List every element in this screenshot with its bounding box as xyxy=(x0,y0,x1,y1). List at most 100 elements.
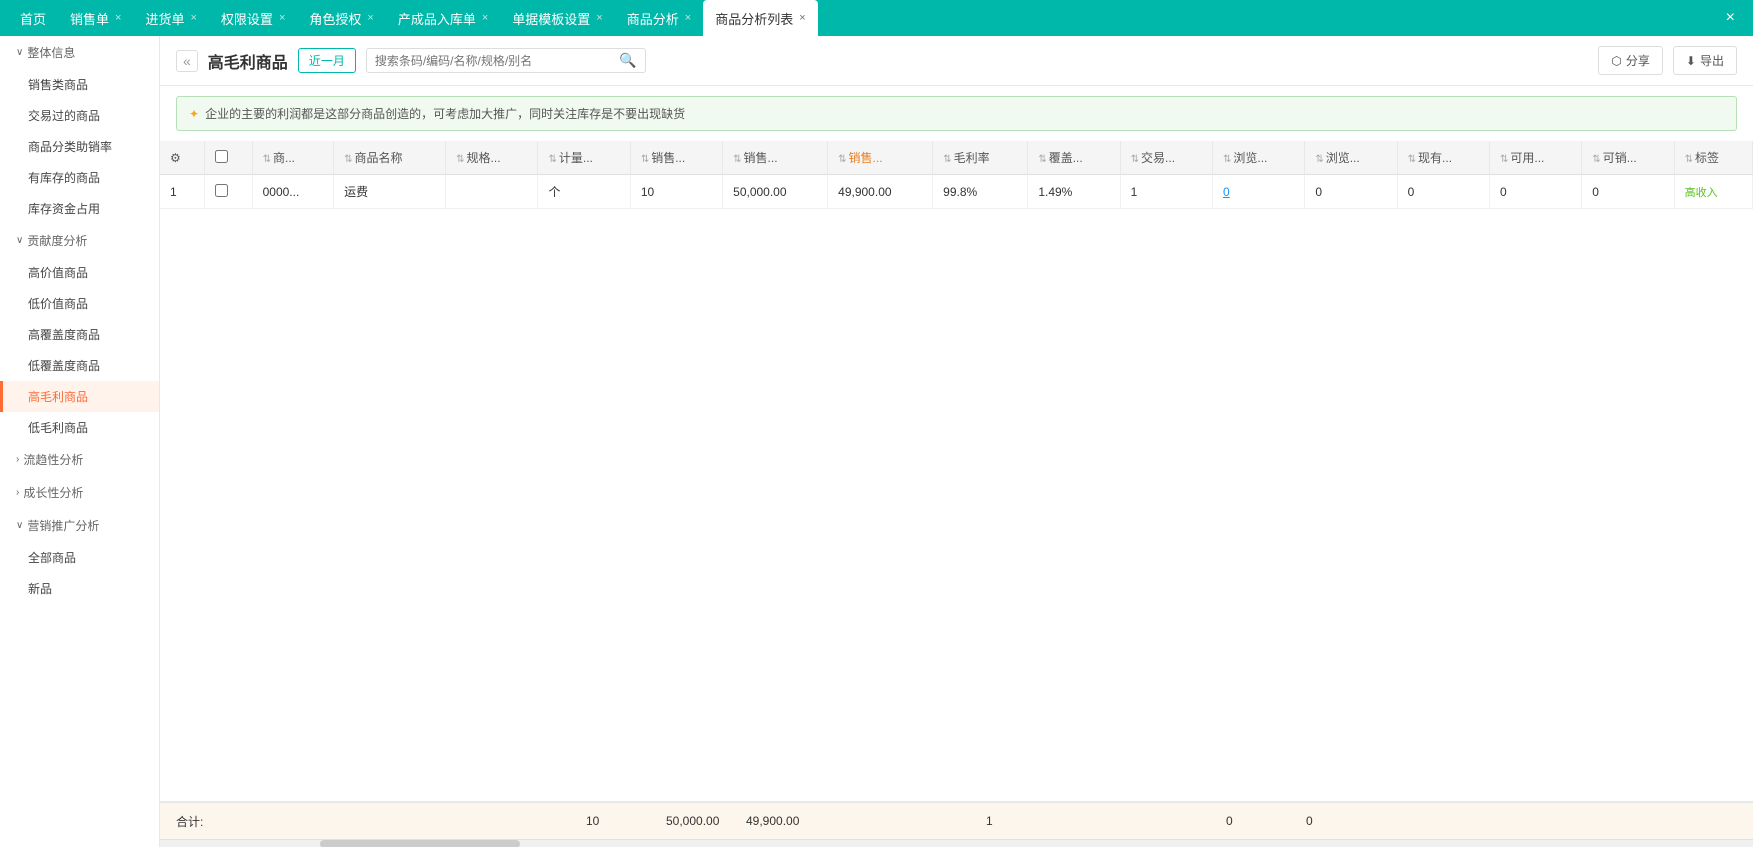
sidebar-group-overview[interactable]: ∨ 整体信息 xyxy=(0,36,159,69)
chevron-right-icon: › xyxy=(16,454,19,465)
sidebar-item-all-products[interactable]: 全部商品 xyxy=(0,542,159,573)
cell-sales-qty: 10 xyxy=(630,175,722,209)
sidebar-group-marketing[interactable]: ∨ 营销推广分析 xyxy=(0,509,159,542)
search-wrapper: 🔍 xyxy=(366,48,646,73)
sidebar-collapse-button[interactable]: « xyxy=(176,50,198,72)
sidebar-item-category-assist-rate[interactable]: 商品分类助销率 xyxy=(0,131,159,162)
sidebar-item-stock-capital[interactable]: 库存资金占用 xyxy=(0,193,159,224)
product-table: ⚙ ⇅商... ⇅商品名称 ⇅规格... ⇅计量... ⇅销售... ⇅销售..… xyxy=(160,141,1753,209)
column-current-stock[interactable]: ⇅现有... xyxy=(1397,141,1489,175)
footer-sales-profit: 49,900.00 xyxy=(736,814,816,828)
footer-sales-amount: 50,000.00 xyxy=(656,814,736,828)
cell-spec xyxy=(446,175,538,209)
cell-sellable: 0 xyxy=(1582,175,1674,209)
nav-permission-settings[interactable]: 权限设置 × xyxy=(209,0,297,36)
info-banner: ✦ 企业的主要的利润都是这部分商品创造的，可考虑加大推广，同时关注库存是不要出现… xyxy=(176,96,1737,131)
close-icon[interactable]: × xyxy=(115,12,121,24)
column-browse1[interactable]: ⇅浏览... xyxy=(1212,141,1304,175)
footer-transaction: 1 xyxy=(976,814,1056,828)
share-button[interactable]: ⬡ 分享 xyxy=(1598,46,1663,75)
column-code[interactable]: ⇅商... xyxy=(252,141,333,175)
main-container: ∨ 整体信息 销售类商品 交易过的商品 商品分类助销率 有库存的商品 库存资金占… xyxy=(0,36,1753,847)
column-checkbox[interactable] xyxy=(204,141,252,175)
close-icon[interactable]: × xyxy=(279,12,285,24)
close-icon[interactable]: × xyxy=(367,12,373,24)
sidebar-group-trend[interactable]: › 流趋性分析 xyxy=(0,443,159,476)
table-body: 1 0000... 运费 个 10 50,000.00 49,900.00 99… xyxy=(160,175,1753,209)
sidebar-item-low-coverage[interactable]: 低覆盖度商品 xyxy=(0,350,159,381)
sidebar-item-low-value[interactable]: 低价值商品 xyxy=(0,288,159,319)
column-gross-margin[interactable]: ⇅毛利率 xyxy=(933,141,1028,175)
content-area: « 高毛利商品 近一月 🔍 ⬡ 分享 ⬇ 导出 ✦ 企业的主要的利润都是这部分商… xyxy=(160,36,1753,847)
cell-available: 0 xyxy=(1489,175,1581,209)
nav-product-analysis[interactable]: 商品分析 × xyxy=(615,0,703,36)
column-coverage[interactable]: ⇅覆盖... xyxy=(1028,141,1120,175)
select-all-checkbox[interactable] xyxy=(215,150,228,163)
chevron-right-icon: › xyxy=(16,487,19,498)
sidebar-item-sales-products[interactable]: 销售类商品 xyxy=(0,69,159,100)
column-sellable[interactable]: ⇅可销... xyxy=(1582,141,1674,175)
data-table-wrapper: ⚙ ⇅商... ⇅商品名称 ⇅规格... ⇅计量... ⇅销售... ⇅销售..… xyxy=(160,141,1753,801)
cell-index: 1 xyxy=(160,175,204,209)
nav-role-auth[interactable]: 角色授权 × xyxy=(297,0,385,36)
column-transaction[interactable]: ⇅交易... xyxy=(1120,141,1212,175)
column-settings[interactable]: ⚙ xyxy=(160,141,204,175)
column-spec[interactable]: ⇅规格... xyxy=(446,141,538,175)
sidebar-group-growth[interactable]: › 成长性分析 xyxy=(0,476,159,509)
nav-product-analysis-list[interactable]: 商品分析列表 × xyxy=(703,0,817,36)
export-icon: ⬇ xyxy=(1686,54,1696,68)
close-icon[interactable]: × xyxy=(596,12,602,24)
cell-browse2: 0 xyxy=(1305,175,1397,209)
horizontal-scrollbar[interactable] xyxy=(160,839,1753,847)
cell-gross-margin: 99.8% xyxy=(933,175,1028,209)
search-input[interactable] xyxy=(375,54,616,68)
cell-sales-profit: 49,900.00 xyxy=(828,175,933,209)
scrollbar-thumb[interactable] xyxy=(320,840,520,847)
column-tag[interactable]: ⇅标签 xyxy=(1674,141,1752,175)
export-button[interactable]: ⬇ 导出 xyxy=(1673,46,1737,75)
column-sales-profit[interactable]: ⇅销售... xyxy=(828,141,933,175)
sidebar-item-high-margin[interactable]: 高毛利商品 xyxy=(0,381,159,412)
cell-sales-amount: 50,000.00 xyxy=(723,175,828,209)
table-header-row: ⚙ ⇅商... ⇅商品名称 ⇅规格... ⇅计量... ⇅销售... ⇅销售..… xyxy=(160,141,1753,175)
sidebar-item-new-products[interactable]: 新品 xyxy=(0,573,159,604)
column-sales-amount[interactable]: ⇅销售... xyxy=(723,141,828,175)
sidebar-item-in-stock[interactable]: 有库存的商品 xyxy=(0,162,159,193)
chevron-down-icon: ∨ xyxy=(16,47,23,58)
info-icon: ✦ xyxy=(189,107,199,121)
sidebar-item-low-margin[interactable]: 低毛利商品 xyxy=(0,412,159,443)
nav-sales-order[interactable]: 销售单 × xyxy=(58,0,133,36)
cell-coverage: 1.49% xyxy=(1028,175,1120,209)
table-footer: 合计: 10 50,000.00 49,900.00 1 0 0 xyxy=(160,801,1753,839)
share-icon: ⬡ xyxy=(1611,54,1621,68)
window-close-button[interactable]: × xyxy=(1716,9,1745,27)
sidebar-item-high-value[interactable]: 高价值商品 xyxy=(0,257,159,288)
search-icon[interactable]: 🔍 xyxy=(619,52,636,69)
column-browse2[interactable]: ⇅浏览... xyxy=(1305,141,1397,175)
close-icon[interactable]: × xyxy=(799,12,805,24)
cell-unit: 个 xyxy=(538,175,630,209)
close-icon[interactable]: × xyxy=(190,12,196,24)
cell-name: 运费 xyxy=(334,175,446,209)
cell-browse1[interactable]: 0 xyxy=(1212,175,1304,209)
cell-transaction: 1 xyxy=(1120,175,1212,209)
column-available[interactable]: ⇅可用... xyxy=(1489,141,1581,175)
close-icon[interactable]: × xyxy=(482,12,488,24)
column-sales-qty[interactable]: ⇅销售... xyxy=(630,141,722,175)
nav-product-storage[interactable]: 产成品入库单 × xyxy=(386,0,500,36)
footer-available: 0 xyxy=(1296,814,1376,828)
sidebar-item-high-coverage[interactable]: 高覆盖度商品 xyxy=(0,319,159,350)
column-name[interactable]: ⇅商品名称 xyxy=(334,141,446,175)
sidebar-group-contribution[interactable]: ∨ 贡献度分析 xyxy=(0,224,159,257)
nav-home[interactable]: 首页 xyxy=(8,0,58,36)
row-checkbox[interactable] xyxy=(215,184,228,197)
close-icon[interactable]: × xyxy=(685,12,691,24)
nav-template-settings[interactable]: 单据模板设置 × xyxy=(500,0,614,36)
sidebar-item-traded-products[interactable]: 交易过的商品 xyxy=(0,100,159,131)
footer-label: 合计: xyxy=(176,813,256,830)
nav-purchase-order[interactable]: 进货单 × xyxy=(133,0,208,36)
content-header: « 高毛利商品 近一月 🔍 ⬡ 分享 ⬇ 导出 xyxy=(160,36,1753,86)
period-button[interactable]: 近一月 xyxy=(298,48,356,73)
cell-checkbox[interactable] xyxy=(204,175,252,209)
column-unit[interactable]: ⇅计量... xyxy=(538,141,630,175)
